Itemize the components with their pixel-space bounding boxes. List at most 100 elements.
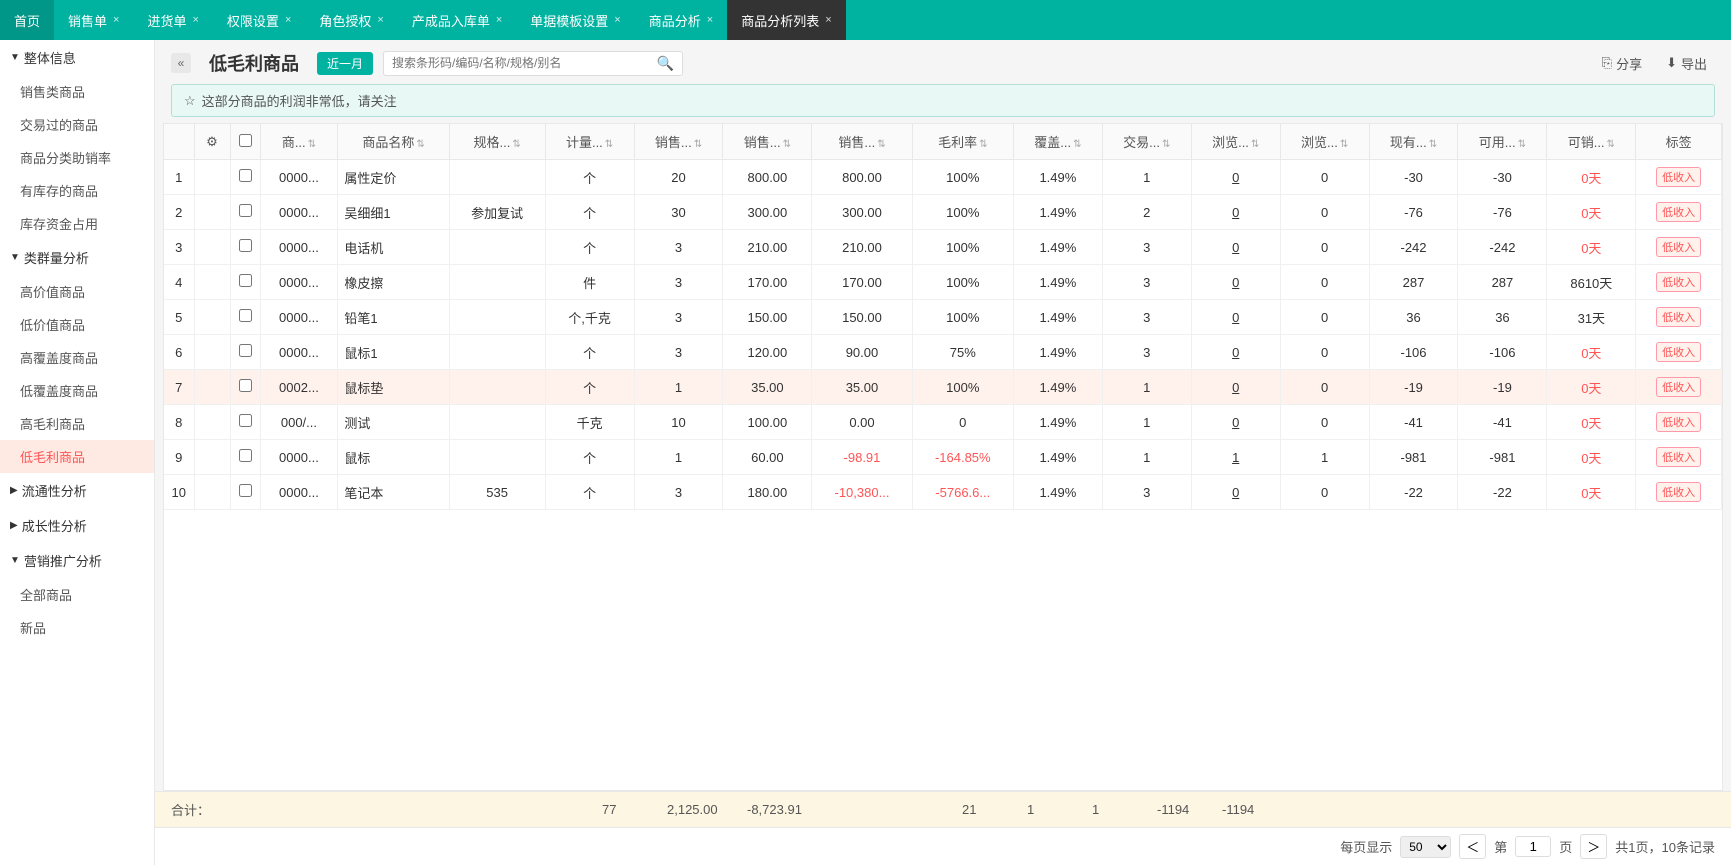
export-button[interactable]: ⬇ 导出 xyxy=(1658,51,1715,76)
sidebar-item-new-goods[interactable]: 新品 xyxy=(0,611,154,644)
col-sales-count[interactable]: 销售...⇅ xyxy=(634,124,723,160)
sidebar-item-all-goods[interactable]: 全部商品 xyxy=(0,578,154,611)
nav-products[interactable]: 产成品入库单 × xyxy=(398,0,516,40)
close-roles-icon[interactable]: × xyxy=(377,14,383,26)
page-number-input[interactable] xyxy=(1515,836,1551,857)
row-checkbox-6[interactable] xyxy=(230,370,260,405)
sidebar-item-sales-goods[interactable]: 销售类商品 xyxy=(0,75,154,108)
row-checkbox-5[interactable] xyxy=(230,335,260,370)
col-transaction[interactable]: 交易...⇅ xyxy=(1102,124,1191,160)
row-checkbox-4[interactable] xyxy=(230,300,260,335)
nav-template[interactable]: 单据模板设置 × xyxy=(516,0,634,40)
col-current[interactable]: 现有...⇅ xyxy=(1369,124,1458,160)
nav-roles[interactable]: 角色授权 × xyxy=(305,0,397,40)
table-row: 7 0002... 鼠标垫 个 1 35.00 35.00 100% 1.49%… xyxy=(164,370,1722,405)
row-browse1-8[interactable]: 1 xyxy=(1191,440,1280,475)
row-checkbox-9[interactable] xyxy=(230,475,260,510)
col-available[interactable]: 可用...⇅ xyxy=(1458,124,1547,160)
col-settings[interactable]: ⚙ xyxy=(194,124,230,160)
row-gross-rate-1: 100% xyxy=(912,195,1013,230)
col-tag[interactable]: 标签 xyxy=(1636,124,1722,160)
row-sales-profit-4: 150.00 xyxy=(812,300,912,335)
search-input[interactable] xyxy=(392,56,657,70)
sidebar-item-high-value[interactable]: 高价值商品 xyxy=(0,275,154,308)
close-goods-list-icon[interactable]: × xyxy=(825,14,831,26)
sidebar-group-marketing[interactable]: ▼ 营销推广分析 xyxy=(0,543,154,578)
table-container[interactable]: ⚙ 商...⇅ 商品名称⇅ 规格...⇅ 计量...⇅ 销售...⇅ 销售...… xyxy=(163,123,1723,791)
sidebar-item-category-rate[interactable]: 商品分类助销率 xyxy=(0,141,154,174)
sidebar-item-traded-goods[interactable]: 交易过的商品 xyxy=(0,108,154,141)
col-saleable[interactable]: 可销...⇅ xyxy=(1547,124,1636,160)
sidebar-group-circulation[interactable]: ▶ 流通性分析 xyxy=(0,473,154,508)
sidebar-item-inventory-capital[interactable]: 库存资金占用 xyxy=(0,207,154,240)
row-browse1-2[interactable]: 0 xyxy=(1191,230,1280,265)
row-checkbox-7[interactable] xyxy=(230,405,260,440)
col-checkbox[interactable] xyxy=(230,124,260,160)
row-unit-3: 件 xyxy=(545,265,634,300)
search-icon[interactable]: 🔍 xyxy=(657,55,674,72)
sidebar-item-high-margin[interactable]: 高毛利商品 xyxy=(0,407,154,440)
sidebar-group-cluster[interactable]: ▼ 类群量分析 xyxy=(0,240,154,275)
prev-page-button[interactable]: ＜ xyxy=(1459,834,1486,859)
col-code[interactable]: 商...⇅ xyxy=(260,124,338,160)
search-box: 🔍 xyxy=(383,51,683,76)
row-transaction-5: 3 xyxy=(1102,335,1191,370)
per-page-select[interactable]: 50 20 100 xyxy=(1400,836,1451,858)
col-gross-rate[interactable]: 毛利率⇅ xyxy=(912,124,1013,160)
nav-goods-analysis-list[interactable]: 商品分析列表 × xyxy=(727,0,845,40)
col-sales-profit[interactable]: 销售...⇅ xyxy=(812,124,912,160)
row-checkbox-1[interactable] xyxy=(230,195,260,230)
sidebar-item-low-coverage[interactable]: 低覆盖度商品 xyxy=(0,374,154,407)
close-permissions-icon[interactable]: × xyxy=(285,14,291,26)
sidebar-item-low-value[interactable]: 低价值商品 xyxy=(0,308,154,341)
row-sales-count-2: 3 xyxy=(634,230,723,265)
row-checkbox-3[interactable] xyxy=(230,265,260,300)
sidebar-group-overall[interactable]: ▼ 整体信息 xyxy=(0,40,154,75)
nav-sales[interactable]: 销售单 × xyxy=(54,0,133,40)
nav-purchase[interactable]: 进货单 × xyxy=(133,0,212,40)
col-unit[interactable]: 计量...⇅ xyxy=(545,124,634,160)
col-browse1[interactable]: 浏览...⇅ xyxy=(1191,124,1280,160)
row-current-6: -19 xyxy=(1369,370,1458,405)
row-browse1-9[interactable]: 0 xyxy=(1191,475,1280,510)
select-all-checkbox[interactable] xyxy=(239,134,252,147)
col-name[interactable]: 商品名称⇅ xyxy=(338,124,449,160)
collapse-sidebar-button[interactable]: « xyxy=(171,53,191,73)
nav-home[interactable]: 首页 xyxy=(0,0,54,40)
nav-goods-analysis[interactable]: 商品分析 × xyxy=(635,0,727,40)
sidebar-item-inventory-goods[interactable]: 有库存的商品 xyxy=(0,174,154,207)
row-saleable-4: 31天 xyxy=(1547,300,1636,335)
close-purchase-icon[interactable]: × xyxy=(192,14,198,26)
close-sales-icon[interactable]: × xyxy=(113,14,119,26)
page-label-before: 第 xyxy=(1494,837,1507,856)
next-page-button[interactable]: ＞ xyxy=(1580,834,1607,859)
row-code-9: 0000... xyxy=(260,475,338,510)
nav-permissions[interactable]: 权限设置 × xyxy=(213,0,305,40)
time-filter-button[interactable]: 近一月 xyxy=(317,52,373,75)
row-browse1-4[interactable]: 0 xyxy=(1191,300,1280,335)
footer-available: -1194 xyxy=(1222,802,1287,817)
row-name-1: 吴细细1 xyxy=(338,195,449,230)
col-browse2[interactable]: 浏览...⇅ xyxy=(1280,124,1369,160)
row-checkbox-0[interactable] xyxy=(230,160,260,195)
sidebar-item-low-margin[interactable]: 低毛利商品 xyxy=(0,440,154,473)
close-template-icon[interactable]: × xyxy=(614,14,620,26)
row-browse1-6[interactable]: 0 xyxy=(1191,370,1280,405)
share-button[interactable]: ⎘ 分享 xyxy=(1594,51,1650,76)
row-browse1-0[interactable]: 0 xyxy=(1191,160,1280,195)
col-coverage[interactable]: 覆盖...⇅ xyxy=(1013,124,1102,160)
row-browse1-1[interactable]: 0 xyxy=(1191,195,1280,230)
row-browse1-3[interactable]: 0 xyxy=(1191,265,1280,300)
row-checkbox-2[interactable] xyxy=(230,230,260,265)
row-checkbox-8[interactable] xyxy=(230,440,260,475)
sidebar-item-high-coverage[interactable]: 高覆盖度商品 xyxy=(0,341,154,374)
close-products-icon[interactable]: × xyxy=(496,14,502,26)
row-browse1-7[interactable]: 0 xyxy=(1191,405,1280,440)
close-goods-analysis-icon[interactable]: × xyxy=(707,14,713,26)
sidebar-group-growth[interactable]: ▶ 成长性分析 xyxy=(0,508,154,543)
header-actions: ⎘ 分享 ⬇ 导出 xyxy=(1594,51,1715,76)
col-spec[interactable]: 规格...⇅ xyxy=(449,124,545,160)
row-sales-profit-7: 0.00 xyxy=(812,405,912,440)
row-browse1-5[interactable]: 0 xyxy=(1191,335,1280,370)
col-sales-price[interactable]: 销售...⇅ xyxy=(723,124,812,160)
